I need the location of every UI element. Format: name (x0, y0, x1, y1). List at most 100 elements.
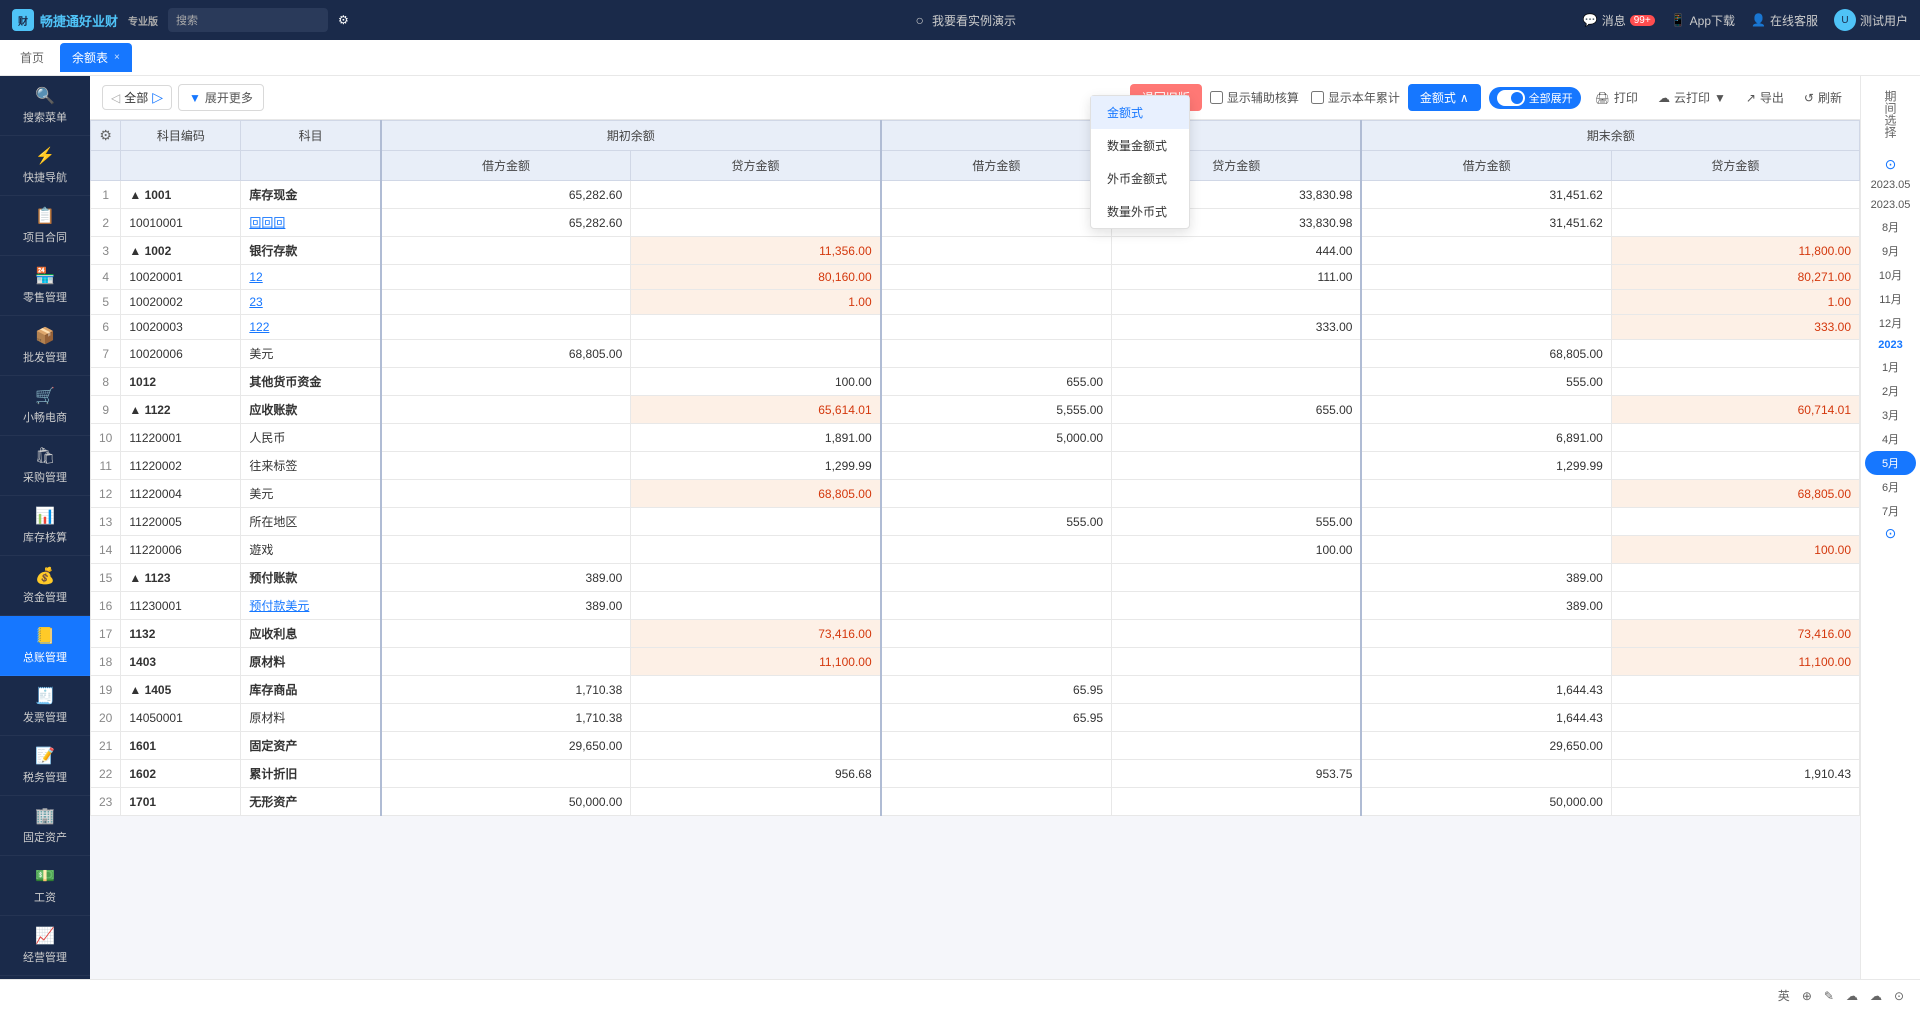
title-search[interactable]: 搜索 (168, 8, 328, 32)
col-settings[interactable]: ⚙ (91, 121, 121, 151)
settings-icon[interactable]: ⚙ (338, 13, 349, 27)
sidebar-label-retail: 零售管理 (6, 289, 84, 305)
sidebar-item-ledger[interactable]: 📒 总账管理 (0, 616, 90, 676)
dropdown-item-foreign-amount[interactable]: 外币金额式 (1091, 162, 1189, 195)
table-cell[interactable]: 12 (241, 265, 381, 290)
toggle-switch[interactable] (1497, 90, 1525, 106)
sidebar-item-ecommerce[interactable]: 🛒 小畅电商 (0, 376, 90, 436)
user-menu[interactable]: U 测试用户 (1834, 9, 1908, 31)
table-cell: 原材料 (241, 648, 381, 676)
table-cell (1361, 265, 1611, 290)
cloud2-icon: ☁ (1870, 989, 1882, 1003)
edit-btn[interactable]: ✎ (1824, 989, 1834, 1003)
col-group-closing: 期末余额 (1361, 121, 1859, 151)
month-item[interactable]: 8月 (1865, 215, 1917, 239)
toggle-all-btn[interactable]: 全部展开 (1489, 87, 1581, 109)
month-item[interactable]: 12月 (1865, 311, 1917, 335)
month-item[interactable]: 11月 (1865, 287, 1917, 311)
show-subsidiary-check[interactable]: 显示辅助核算 (1210, 89, 1299, 106)
sidebar-item-wholesale[interactable]: 📦 批发管理 (0, 316, 90, 376)
table-cell: 111.00 (1112, 265, 1362, 290)
sidebar-item-project[interactable]: 📋 项目合同 (0, 196, 90, 256)
table-cell (631, 788, 881, 816)
month-item[interactable]: 2月 (1865, 379, 1917, 403)
table-cell: 68,805.00 (1611, 480, 1859, 508)
table-cell: 655.00 (1112, 396, 1362, 424)
account-search-box[interactable]: ◁ 全部 ▷ (102, 85, 172, 110)
sidebar-item-salary[interactable]: 💵 工资 (0, 856, 90, 916)
sidebar-label-search: 搜索菜单 (6, 109, 84, 125)
top-bar: 财 畅捷通好业财 专业版 搜索 ⚙ ○ 我要看实例演示 💬 消息 99+ 📱 A… (0, 0, 1920, 40)
month-scroll-down[interactable]: ⊙ (1883, 523, 1899, 544)
month-item[interactable]: 2023.05 (1865, 195, 1917, 215)
month-item[interactable]: 10月 (1865, 263, 1917, 287)
search-arrow-right[interactable]: ▷ (152, 89, 163, 106)
table-cell[interactable]: 预付款美元 (241, 592, 381, 620)
user-avatar: U (1834, 9, 1856, 31)
print-btn[interactable]: 🖨 打印 (1589, 85, 1644, 110)
export-btn[interactable]: ↗ 导出 (1740, 85, 1790, 110)
table-cell (881, 564, 1112, 592)
table-cell[interactable]: 23 (241, 290, 381, 315)
show-ytd-check[interactable]: 显示本年累计 (1311, 89, 1400, 106)
online-service-btn[interactable]: 👤 在线客服 (1751, 12, 1818, 29)
circle-btn[interactable]: ⊙ (1894, 989, 1904, 1003)
app-download-btn[interactable]: 📱 App下载 (1671, 12, 1735, 29)
sidebar-item-search[interactable]: 🔍 搜索菜单 (0, 76, 90, 136)
month-item[interactable]: 7月 (1865, 499, 1917, 523)
sidebar-item-business[interactable]: 📈 经营管理 (0, 916, 90, 976)
dropdown-item-qty-amount[interactable]: 数量金额式 (1091, 129, 1189, 162)
table-cell (381, 424, 631, 452)
top-bar-demo[interactable]: ○ 我要看实例演示 (916, 12, 1016, 29)
table-cell: 12 (91, 480, 121, 508)
dropdown-item-amount[interactable]: 金额式 (1091, 96, 1189, 129)
month-scroll-up[interactable]: ⊙ (1883, 154, 1899, 175)
sidebar-item-invoice[interactable]: 🧾 发票管理 (0, 676, 90, 736)
lang-switch[interactable]: 英 (1778, 987, 1790, 1004)
month-item[interactable]: 2023.05 (1865, 175, 1917, 195)
expand-more-btn[interactable]: ▼ 展开更多 (178, 84, 264, 111)
table-cell[interactable]: 122 (241, 315, 381, 340)
sidebar-item-tax[interactable]: 📝 税务管理 (0, 736, 90, 796)
refresh-btn[interactable]: ↺ 刷新 (1798, 85, 1848, 110)
sidebar-item-purchase[interactable]: 🛍 采购管理 (0, 436, 90, 496)
dropdown-item-qty-foreign[interactable]: 数量外币式 (1091, 195, 1189, 228)
table-cell: 10020003 (121, 315, 241, 340)
month-item[interactable]: 3月 (1865, 403, 1917, 427)
table-cell: 68,805.00 (1361, 340, 1611, 368)
cloud2-btn[interactable]: ☁ (1870, 989, 1882, 1003)
month-item[interactable]: 4月 (1865, 427, 1917, 451)
col-current-debit: 借方金额 (881, 151, 1112, 181)
month-item[interactable]: 6月 (1865, 475, 1917, 499)
month-item[interactable]: 1月 (1865, 355, 1917, 379)
tab-home[interactable]: 首页 (8, 43, 56, 72)
month-item[interactable]: 5月 (1865, 451, 1917, 475)
table-cell (1611, 452, 1859, 480)
table-cell: ▲ 1002 (121, 237, 241, 265)
table-cell: 1012 (121, 368, 241, 396)
table-cell: 5,555.00 (881, 396, 1112, 424)
tab-balance-sheet[interactable]: 余额表 × (60, 43, 132, 72)
month-item[interactable]: 2023 (1865, 335, 1917, 355)
table-cell: 389.00 (1361, 592, 1611, 620)
month-item[interactable]: 9月 (1865, 239, 1917, 263)
sidebar-item-quicknav[interactable]: ⚡ 快捷导航 (0, 136, 90, 196)
cloud-btn[interactable]: ☁ (1846, 989, 1858, 1003)
plus-btn[interactable]: ⊕ (1802, 989, 1812, 1003)
tab-close-icon[interactable]: × (114, 52, 120, 63)
sidebar-item-assets[interactable]: 🏢 固定资产 (0, 796, 90, 856)
sidebar-item-capital[interactable]: 💰 资金管理 (0, 556, 90, 616)
amount-mode-btn[interactable]: 金额式 ∧ (1408, 84, 1481, 111)
message-btn[interactable]: 💬 消息 99+ (1583, 12, 1655, 29)
table-cell: 2 (91, 209, 121, 237)
sidebar-item-inventory[interactable]: 📊 库存核算 (0, 496, 90, 556)
cloud-print-btn[interactable]: ☁ 云打印 ▼ (1652, 85, 1732, 110)
subsidiary-checkbox[interactable] (1210, 91, 1223, 104)
ytd-checkbox[interactable] (1311, 91, 1324, 104)
sidebar-item-retail[interactable]: 🏪 零售管理 (0, 256, 90, 316)
table-cell (881, 265, 1112, 290)
table-cell: 333.00 (1112, 315, 1362, 340)
settings-gear-icon[interactable]: ⚙ (99, 127, 112, 143)
table-cell[interactable]: 回回回 (241, 209, 381, 237)
table-cell: 953.75 (1112, 760, 1362, 788)
